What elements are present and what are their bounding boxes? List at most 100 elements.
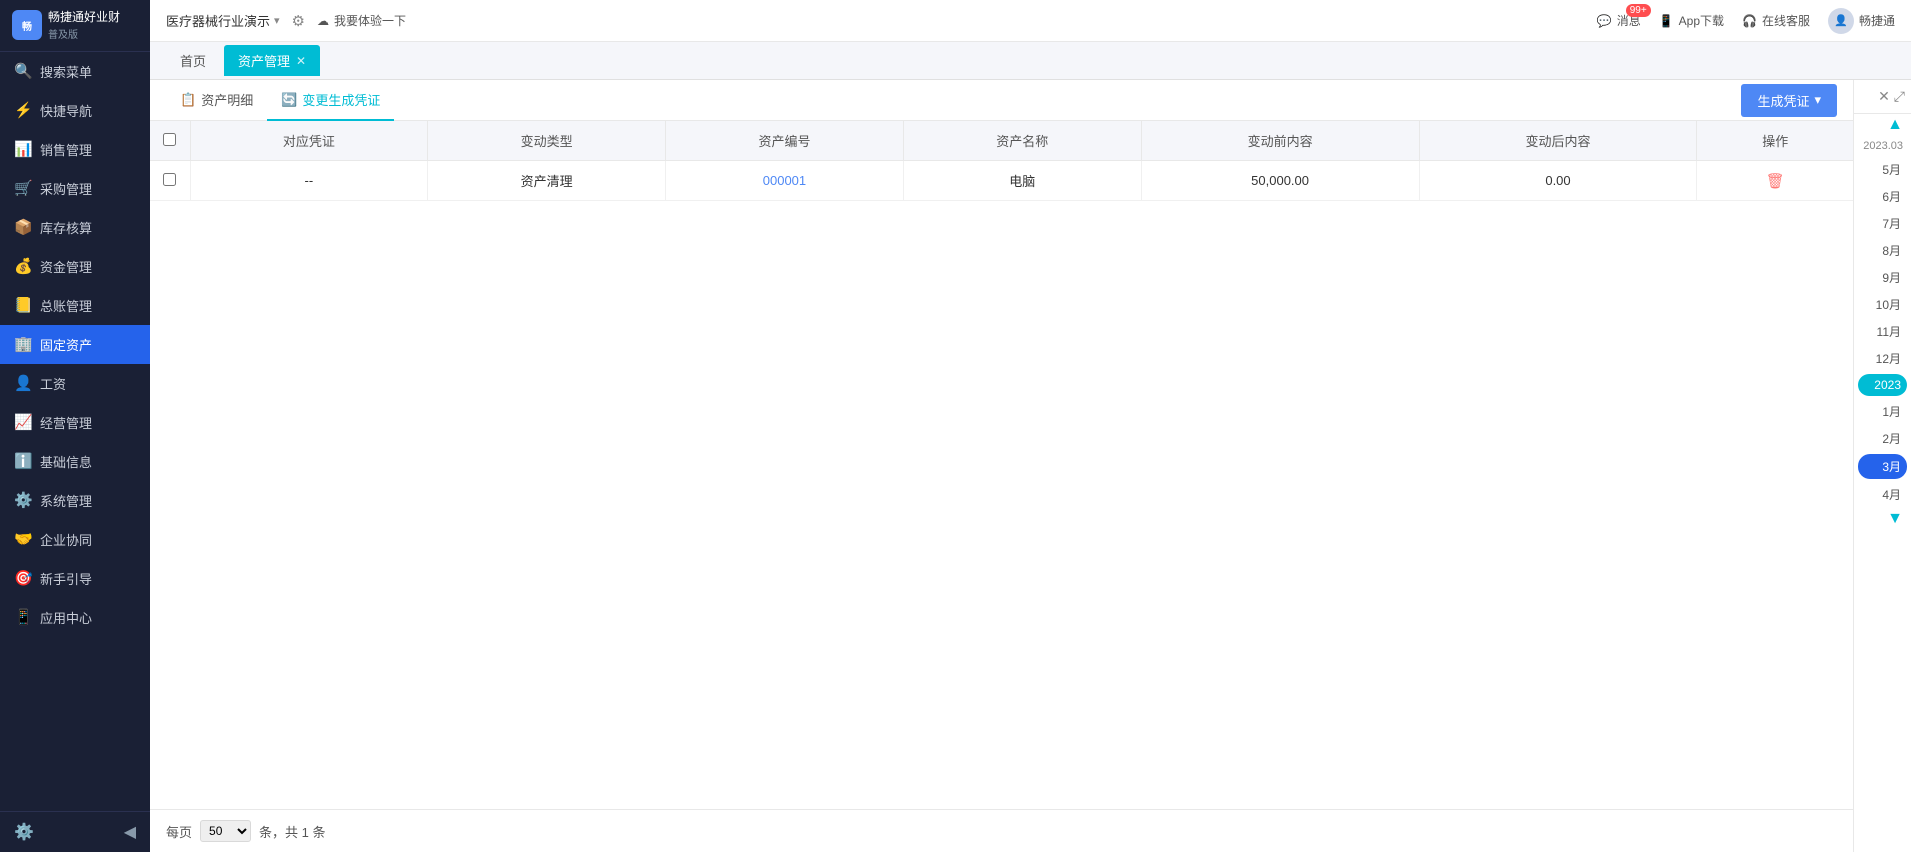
sidebar-item-search[interactable]: 🔍 搜索菜单 bbox=[0, 52, 150, 91]
tabbar: 首页 资产管理 ✕ bbox=[150, 42, 1911, 80]
target-icon: 🎯 bbox=[14, 569, 32, 587]
collapse-icon[interactable]: ◀ bbox=[124, 822, 136, 842]
header-after-change: 变动后内容 bbox=[1419, 121, 1697, 161]
money-icon: 💰 bbox=[14, 257, 32, 275]
date-month-3[interactable]: 3月 bbox=[1858, 454, 1907, 479]
refresh-icon: 🔄 bbox=[281, 92, 297, 108]
search-icon: 🔍 bbox=[14, 62, 32, 80]
sidebar-item-purchase[interactable]: 🛒 采购管理 bbox=[0, 169, 150, 208]
sidebar-item-basic-info[interactable]: ℹ️ 基础信息 bbox=[0, 442, 150, 481]
inner-tabs: 📋 资产明细 🔄 变更生成凭证 生成凭证 ▾ bbox=[150, 80, 1853, 121]
date-month-10[interactable]: 10月 bbox=[1854, 291, 1911, 318]
table-wrapper: 对应凭证 变动类型 资产编号 资产名称 变动前内容 变动后内容 操作 bbox=[150, 121, 1853, 809]
trend-icon: 📈 bbox=[14, 413, 32, 431]
company-dropdown-icon[interactable]: ▾ bbox=[274, 14, 280, 27]
row-asset-name: 电脑 bbox=[903, 161, 1141, 201]
mobile-icon: 📱 bbox=[14, 608, 32, 626]
date-current-year[interactable]: 2023 bbox=[1858, 374, 1907, 396]
table-icon: 📋 bbox=[180, 92, 196, 108]
sidebar-item-system[interactable]: ⚙️ 系统管理 bbox=[0, 481, 150, 520]
date-month-9[interactable]: 9月 bbox=[1854, 264, 1911, 291]
row-change-type: 资产清理 bbox=[428, 161, 666, 201]
header-asset-name: 资产名称 bbox=[903, 121, 1141, 161]
date-month-1[interactable]: 1月 bbox=[1854, 398, 1911, 425]
app-download-button[interactable]: 📱 App下载 bbox=[1659, 12, 1724, 29]
building-icon: 🏢 bbox=[14, 335, 32, 353]
row-asset-code[interactable]: 000001 bbox=[666, 161, 904, 201]
date-panel-content: ▲ 2023.03 5月 6月 7月 8月 9月 10月 11月 12月 202… bbox=[1854, 114, 1911, 852]
table-header-row: 对应凭证 变动类型 资产编号 资产名称 变动前内容 变动后内容 操作 bbox=[150, 121, 1853, 161]
panel-expand-icon[interactable]: ⤢ bbox=[1894, 88, 1905, 105]
sidebar-logo: 畅 畅捷通好业财 普及版 bbox=[0, 0, 150, 52]
date-nav-down[interactable]: ▼ bbox=[1854, 508, 1911, 530]
generate-voucher-button[interactable]: 生成凭证 ▾ bbox=[1741, 84, 1837, 117]
sidebar-item-fixed-assets[interactable]: 🏢 固定资产 bbox=[0, 325, 150, 364]
table-row: -- 资产清理 000001 电脑 50,000.00 0.00 🗑 bbox=[150, 161, 1853, 201]
header-asset-code: 资产编号 bbox=[666, 121, 904, 161]
app-logo-icon: 畅 bbox=[12, 10, 42, 40]
sidebar-item-inventory[interactable]: 📦 库存核算 bbox=[0, 208, 150, 247]
cart-icon: 🛒 bbox=[14, 179, 32, 197]
header-voucher: 对应凭证 bbox=[190, 121, 428, 161]
messages-button[interactable]: 💬 消息 99+ bbox=[1597, 12, 1641, 29]
download-icon: 📱 bbox=[1659, 14, 1674, 28]
experience-icon: ☁ bbox=[317, 14, 329, 28]
date-month-6[interactable]: 6月 bbox=[1854, 183, 1911, 210]
avatar: 👤 bbox=[1828, 8, 1854, 34]
box-icon: 📦 bbox=[14, 218, 32, 236]
avatar-icon: 👤 bbox=[1834, 14, 1848, 27]
chevron-down-icon: ▾ bbox=[1814, 92, 1821, 108]
settings-gear-icon[interactable]: ⚙ bbox=[292, 12, 305, 30]
sidebar-item-enterprise[interactable]: 🤝 企业协同 bbox=[0, 520, 150, 559]
date-month-5[interactable]: 5月 bbox=[1854, 156, 1911, 183]
panel-header: ✕ ⤢ bbox=[1854, 80, 1911, 114]
settings-icon[interactable]: ⚙️ bbox=[14, 822, 34, 842]
sidebar-item-guide[interactable]: 🎯 新手引导 bbox=[0, 559, 150, 598]
date-month-12[interactable]: 12月 bbox=[1854, 345, 1911, 372]
date-month-4[interactable]: 4月 bbox=[1854, 481, 1911, 508]
row-checkbox[interactable] bbox=[163, 173, 176, 186]
date-month-8[interactable]: 8月 bbox=[1854, 237, 1911, 264]
sidebar-item-payroll[interactable]: 👤 工资 bbox=[0, 364, 150, 403]
panel-close-icon[interactable]: ✕ bbox=[1878, 88, 1890, 105]
header-operation: 操作 bbox=[1697, 121, 1853, 161]
sidebar-item-funds[interactable]: 💰 资金管理 bbox=[0, 247, 150, 286]
content-area: 📋 资产明细 🔄 变更生成凭证 生成凭证 ▾ bbox=[150, 80, 1853, 852]
info-icon: ℹ️ bbox=[14, 452, 32, 470]
inner-tab-asset-detail[interactable]: 📋 资产明细 bbox=[166, 80, 267, 121]
date-month-2[interactable]: 2月 bbox=[1854, 425, 1911, 452]
app-logo-text: 畅捷通好业财 普及版 bbox=[48, 10, 120, 41]
right-date-panel: ✕ ⤢ ▲ 2023.03 5月 6月 7月 8月 9月 10月 11月 12月… bbox=[1853, 80, 1911, 852]
header: 医疗器械行业演示 ▾ ⚙ ☁ 我要体验一下 💬 消息 99+ 📱 App下载 🎧… bbox=[150, 0, 1911, 42]
sidebar-item-general-ledger[interactable]: 📒 总账管理 bbox=[0, 286, 150, 325]
sidebar-item-management[interactable]: 📈 经营管理 bbox=[0, 403, 150, 442]
sidebar-nav: 🔍 搜索菜单 ⚡ 快捷导航 📊 销售管理 🛒 采购管理 📦 库存核算 💰 资金管… bbox=[0, 52, 150, 811]
tab-asset-management[interactable]: 资产管理 ✕ bbox=[224, 45, 320, 76]
lightning-icon: ⚡ bbox=[14, 101, 32, 119]
header-checkbox-cell bbox=[150, 121, 190, 161]
per-page-select[interactable]: 50 10 20 100 bbox=[200, 820, 251, 842]
inner-tab-change-voucher[interactable]: 🔄 变更生成凭证 bbox=[267, 80, 394, 121]
date-year-label: 2023.03 bbox=[1854, 136, 1911, 156]
customer-service-button[interactable]: 🎧 在线客服 bbox=[1742, 12, 1810, 29]
experience-button[interactable]: ☁ 我要体验一下 bbox=[317, 12, 406, 29]
date-month-7[interactable]: 7月 bbox=[1854, 210, 1911, 237]
delete-icon[interactable]: 🗑 bbox=[1766, 173, 1785, 190]
handshake-icon: 🤝 bbox=[14, 530, 32, 548]
company-title: 医疗器械行业演示 ▾ bbox=[166, 11, 280, 30]
sidebar-item-sales[interactable]: 📊 销售管理 bbox=[0, 130, 150, 169]
book-icon: 📒 bbox=[14, 296, 32, 314]
row-voucher: -- bbox=[190, 161, 428, 201]
tab-home[interactable]: 首页 bbox=[166, 45, 220, 76]
headset-icon: 🎧 bbox=[1742, 14, 1757, 28]
date-month-11[interactable]: 11月 bbox=[1854, 318, 1911, 345]
sidebar-item-app-center[interactable]: 📱 应用中心 bbox=[0, 598, 150, 637]
select-all-checkbox[interactable] bbox=[163, 133, 176, 146]
date-nav-up[interactable]: ▲ bbox=[1854, 114, 1911, 136]
row-checkbox-cell bbox=[150, 161, 190, 201]
header-change-type: 变动类型 bbox=[428, 121, 666, 161]
tab-close-icon[interactable]: ✕ bbox=[296, 54, 306, 68]
person-icon: 👤 bbox=[14, 374, 32, 392]
sidebar-item-quick-nav[interactable]: ⚡ 快捷导航 bbox=[0, 91, 150, 130]
user-profile[interactable]: 👤 畅捷通 bbox=[1828, 8, 1895, 34]
